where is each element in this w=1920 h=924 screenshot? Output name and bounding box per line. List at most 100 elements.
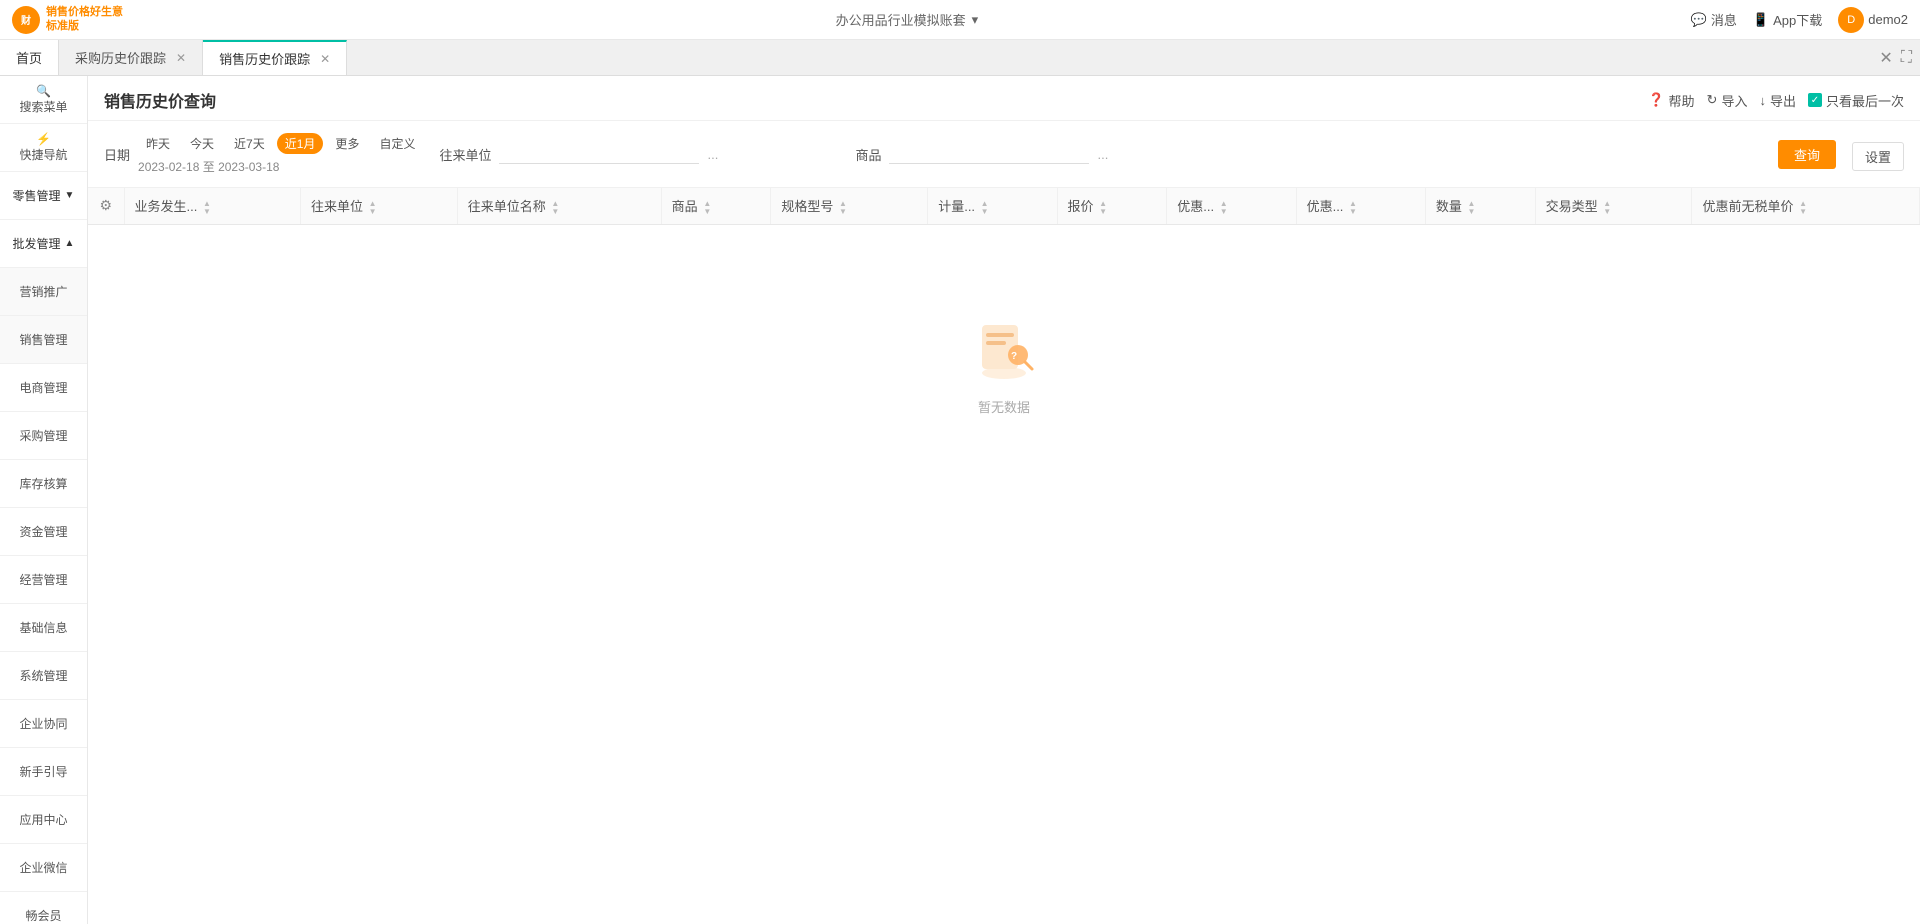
- sort-icon-pretax-price: ▲▼: [1799, 200, 1807, 216]
- setting-button[interactable]: 设置: [1852, 142, 1904, 171]
- sidebar-item-inventory[interactable]: 库存核算: [0, 460, 87, 508]
- purchase-label: 采购管理: [19, 427, 67, 444]
- main-layout: 🔍 搜索菜单 ⚡ 快捷导航 零售管理 ▼ 批发管理 ▲ 营销推广 销售管理 电商…: [0, 76, 1920, 924]
- sidebar-item-wholesale-mgmt[interactable]: 批发管理 ▲: [0, 220, 87, 268]
- basic-info-label: 基础信息: [19, 619, 67, 636]
- th-goods[interactable]: 商品 ▲▼: [661, 188, 771, 224]
- goods-dots[interactable]: ...: [1097, 147, 1108, 162]
- app-download-button[interactable]: 📱 App下载: [1753, 10, 1822, 29]
- sidebar-item-corp-wechat[interactable]: 企业微信: [0, 844, 87, 892]
- partner-label: 往来单位: [439, 145, 491, 164]
- sidebar-item-sales-mgmt[interactable]: 销售管理: [0, 316, 87, 364]
- close-all-tabs-button[interactable]: ✕: [1879, 48, 1892, 68]
- logo-icon: 财: [12, 6, 40, 34]
- tab-purchase-history-close[interactable]: ✕: [176, 51, 186, 65]
- content-area: 销售历史价查询 ❓ 帮助 ↻ 导入 ↓ 导出: [88, 76, 1920, 924]
- sort-icon-partner-code: ▲▼: [369, 200, 377, 216]
- svg-text:?: ?: [1011, 351, 1017, 362]
- app-selector-arrow[interactable]: ▾: [972, 12, 979, 28]
- partner-input[interactable]: [499, 144, 699, 164]
- topbar-right: 💬 消息 📱 App下载 D demo2: [1691, 7, 1908, 33]
- sidebar-item-marketing[interactable]: 营销推广: [0, 268, 87, 316]
- sort-icon-trade-type: ▲▼: [1603, 200, 1611, 216]
- goods-input[interactable]: [889, 144, 1089, 164]
- partner-dots[interactable]: ...: [707, 147, 718, 162]
- app-selector-label[interactable]: 办公用品行业模拟账套: [836, 10, 966, 29]
- sidebar-item-quick-nav[interactable]: ⚡ 快捷导航: [0, 124, 87, 172]
- ecommerce-label: 电商管理: [19, 379, 67, 396]
- th-pretax-price[interactable]: 优惠前无税单价 ▲▼: [1692, 188, 1920, 224]
- sidebar-item-basic-info[interactable]: 基础信息: [0, 604, 87, 652]
- sort-icon-partner-name: ▲▼: [551, 200, 559, 216]
- sidebar-item-new-guide[interactable]: 新手引导: [0, 748, 87, 796]
- finance-label: 资金管理: [19, 523, 67, 540]
- tab-home[interactable]: 首页: [0, 40, 59, 75]
- sidebar-item-retail-mgmt[interactable]: 零售管理 ▼: [0, 172, 87, 220]
- th-partner-code[interactable]: 往来单位 ▲▼: [300, 188, 457, 224]
- help-icon: ❓: [1648, 92, 1664, 108]
- query-button[interactable]: 查询: [1778, 140, 1836, 169]
- date-tab-yesterday[interactable]: 昨天: [138, 133, 178, 154]
- system-label: 系统管理: [19, 667, 67, 684]
- th-biz-date[interactable]: 业务发生... ▲▼: [124, 188, 300, 224]
- retail-mgmt-label: 零售管理: [13, 187, 61, 204]
- date-tab-more[interactable]: 更多: [327, 133, 367, 154]
- tab-purchase-history[interactable]: 采购历史价跟踪 ✕: [59, 40, 203, 75]
- th-quote-price[interactable]: 报价 ▲▼: [1057, 188, 1167, 224]
- th-discount2[interactable]: 优惠... ▲▼: [1296, 188, 1425, 224]
- date-tab-custom[interactable]: 自定义: [371, 133, 423, 154]
- page-container: 销售历史价查询 ❓ 帮助 ↻ 导入 ↓ 导出: [88, 76, 1920, 924]
- export-icon: ↓: [1759, 93, 1766, 108]
- import-button[interactable]: ↻ 导入: [1707, 91, 1748, 110]
- empty-icon: ?: [964, 305, 1044, 385]
- date-tabs: 昨天 今天 近7天 近1月 更多 自定义: [138, 133, 423, 154]
- date-tab-last1m[interactable]: 近1月: [277, 133, 324, 154]
- topbar-center[interactable]: 办公用品行业模拟账套 ▾: [836, 10, 979, 29]
- avatar: D: [1838, 7, 1864, 33]
- table-header-row: ⚙ 业务发生... ▲▼ 往来单位 ▲▼ 往来单位名称: [88, 188, 1920, 224]
- date-tab-today[interactable]: 今天: [182, 133, 222, 154]
- sidebar-item-search-menu[interactable]: 🔍 搜索菜单: [0, 76, 87, 124]
- msg-button[interactable]: 💬 消息: [1691, 10, 1737, 29]
- tab-home-label: 首页: [16, 48, 42, 67]
- wholesale-mgmt-arrow: ▲: [65, 238, 75, 249]
- user-menu[interactable]: D demo2: [1838, 7, 1908, 33]
- date-tab-last7[interactable]: 近7天: [226, 133, 273, 154]
- only-last-checkbox[interactable]: 只看最后一次: [1808, 91, 1904, 110]
- sort-icon-quote-price: ▲▼: [1099, 200, 1107, 216]
- new-guide-label: 新手引导: [19, 763, 67, 780]
- th-unit[interactable]: 计量... ▲▼: [928, 188, 1057, 224]
- quick-nav-icon: ⚡: [36, 132, 51, 146]
- sidebar-item-operations[interactable]: 经营管理: [0, 556, 87, 604]
- tab-sales-history-close[interactable]: ✕: [320, 52, 330, 66]
- sidebar-item-ecommerce[interactable]: 电商管理: [0, 364, 87, 412]
- th-spec[interactable]: 规格型号 ▲▼: [771, 188, 928, 224]
- tab-sales-history-label: 销售历史价跟踪: [219, 49, 310, 68]
- sort-icon-unit: ▲▼: [981, 200, 989, 216]
- operations-label: 经营管理: [19, 571, 67, 588]
- partner-filter-field: 往来单位 ...: [439, 144, 839, 164]
- filter-bar: 日期 昨天 今天 近7天 近1月 更多 自定义 2023-02-18 至 202…: [88, 121, 1920, 188]
- sidebar-item-vip[interactable]: 畅会员: [0, 892, 87, 924]
- page-header: 销售历史价查询 ❓ 帮助 ↻ 导入 ↓ 导出: [88, 76, 1920, 121]
- goods-filter-field: 商品 ...: [855, 144, 1255, 164]
- sidebar-item-system[interactable]: 系统管理: [0, 652, 87, 700]
- fullscreen-button[interactable]: ⛶: [1901, 49, 1912, 67]
- page-actions: ❓ 帮助 ↻ 导入 ↓ 导出 只看最后一次: [1648, 91, 1904, 110]
- th-trade-type[interactable]: 交易类型 ▲▼: [1535, 188, 1692, 224]
- sidebar-item-enterprise[interactable]: 企业协同: [0, 700, 87, 748]
- th-discount1[interactable]: 优惠... ▲▼: [1167, 188, 1296, 224]
- sidebar-item-finance[interactable]: 资金管理: [0, 508, 87, 556]
- sidebar-item-app-center[interactable]: 应用中心: [0, 796, 87, 844]
- sort-icon-discount1: ▲▼: [1220, 200, 1228, 216]
- sort-icon-discount2: ▲▼: [1349, 200, 1357, 216]
- th-qty[interactable]: 数量 ▲▼: [1425, 188, 1535, 224]
- export-button[interactable]: ↓ 导出: [1759, 91, 1796, 110]
- th-partner-name[interactable]: 往来单位名称 ▲▼: [457, 188, 661, 224]
- help-button[interactable]: ❓ 帮助: [1648, 91, 1694, 110]
- column-settings-icon[interactable]: ⚙: [99, 197, 112, 213]
- date-range: 2023-02-18 至 2023-03-18: [138, 158, 423, 175]
- sidebar-item-purchase[interactable]: 采购管理: [0, 412, 87, 460]
- tab-sales-history[interactable]: 销售历史价跟踪 ✕: [203, 40, 347, 75]
- sidebar-quick-nav-label: 快捷导航: [19, 146, 67, 163]
